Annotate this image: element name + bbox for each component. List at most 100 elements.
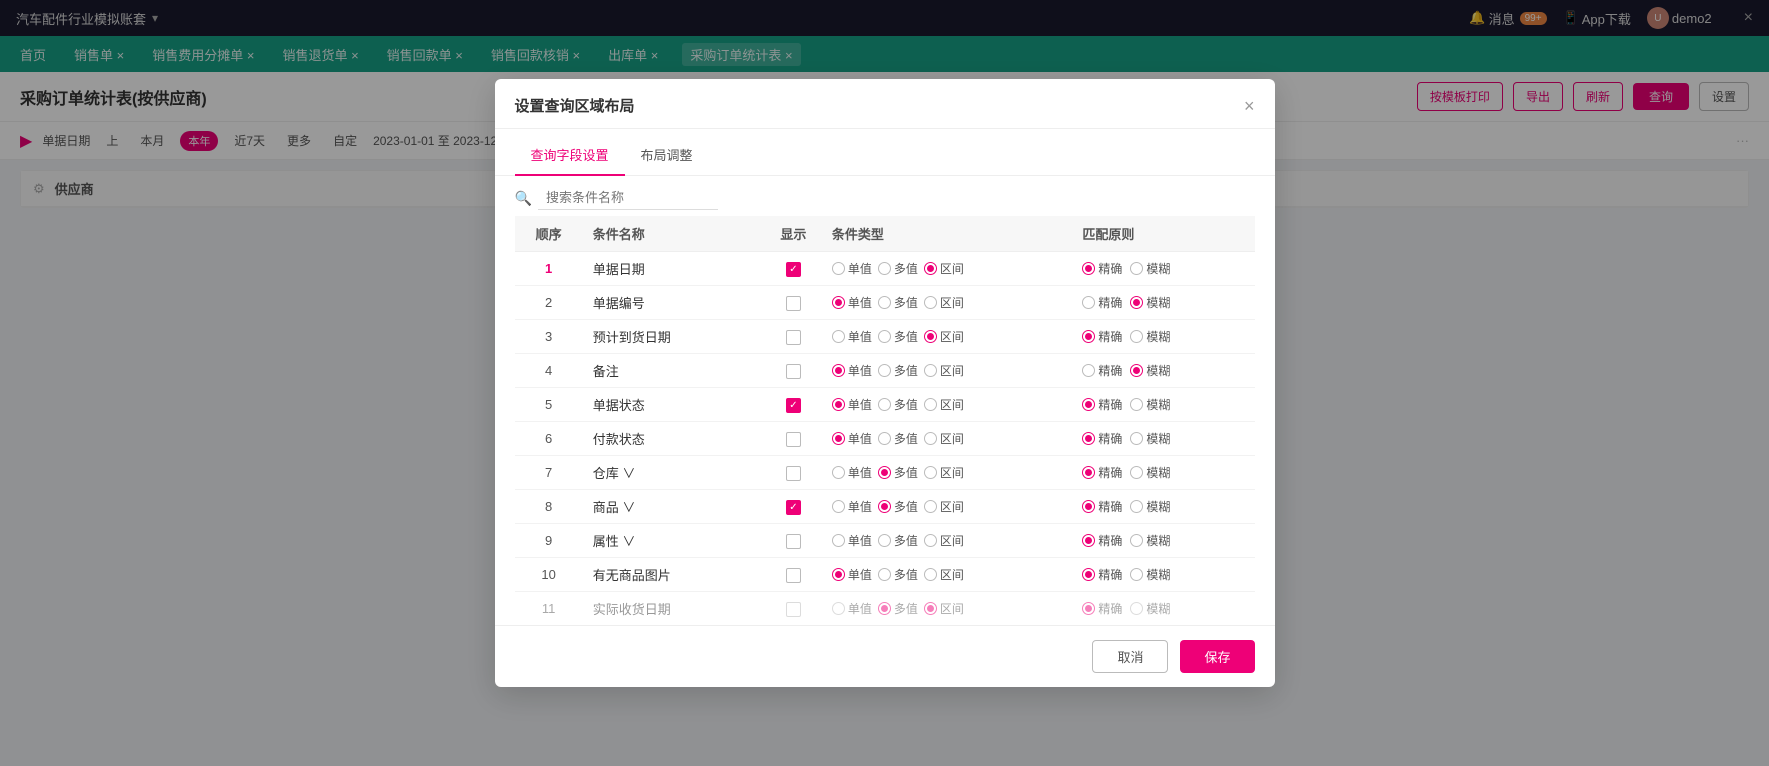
match-radio[interactable] <box>1082 364 1095 377</box>
match-radio-wrap[interactable]: 精确 <box>1082 430 1122 447</box>
type-radio[interactable] <box>878 432 891 445</box>
cancel-button[interactable]: 取消 <box>1092 640 1168 673</box>
type-radio-wrap[interactable]: 单值 <box>832 396 872 413</box>
type-radio-wrap[interactable]: 区间 <box>924 600 964 617</box>
type-radio-wrap[interactable]: 区间 <box>924 464 964 481</box>
match-radio-wrap[interactable]: 模糊 <box>1130 362 1170 379</box>
match-radio-wrap[interactable]: 精确 <box>1082 464 1122 481</box>
type-radio[interactable] <box>924 296 937 309</box>
match-radio[interactable] <box>1082 330 1095 343</box>
match-radio[interactable] <box>1130 296 1143 309</box>
display-checkbox[interactable] <box>786 364 801 379</box>
cell-display[interactable] <box>765 558 822 592</box>
match-radio[interactable] <box>1130 568 1143 581</box>
type-radio-wrap[interactable]: 单值 <box>832 294 872 311</box>
type-radio[interactable] <box>878 568 891 581</box>
type-radio[interactable] <box>832 398 845 411</box>
cell-display[interactable] <box>765 490 822 524</box>
type-radio-wrap[interactable]: 区间 <box>924 328 964 345</box>
type-radio-wrap[interactable]: 单值 <box>832 328 872 345</box>
type-radio-wrap[interactable]: 单值 <box>832 532 872 549</box>
type-radio-wrap[interactable]: 单值 <box>832 566 872 583</box>
match-radio[interactable] <box>1082 500 1095 513</box>
match-radio[interactable] <box>1130 500 1143 513</box>
type-radio[interactable] <box>832 262 845 275</box>
match-radio[interactable] <box>1130 364 1143 377</box>
match-radio-wrap[interactable]: 精确 <box>1082 566 1122 583</box>
type-radio[interactable] <box>832 330 845 343</box>
match-radio[interactable] <box>1130 262 1143 275</box>
type-radio[interactable] <box>924 568 937 581</box>
match-radio-wrap[interactable]: 模糊 <box>1130 498 1170 515</box>
type-radio[interactable] <box>924 466 937 479</box>
match-radio[interactable] <box>1082 534 1095 547</box>
match-radio[interactable] <box>1130 534 1143 547</box>
type-radio[interactable] <box>878 330 891 343</box>
cell-display[interactable] <box>765 524 822 558</box>
cell-display[interactable] <box>765 422 822 456</box>
cell-display[interactable] <box>765 592 822 626</box>
type-radio[interactable] <box>924 534 937 547</box>
match-radio[interactable] <box>1130 602 1143 615</box>
display-checkbox[interactable] <box>786 432 801 447</box>
match-radio[interactable] <box>1082 296 1095 309</box>
type-radio-wrap[interactable]: 区间 <box>924 260 964 277</box>
display-checkbox[interactable] <box>786 568 801 583</box>
match-radio[interactable] <box>1130 432 1143 445</box>
match-radio-wrap[interactable]: 模糊 <box>1130 532 1170 549</box>
type-radio[interactable] <box>924 602 937 615</box>
type-radio[interactable] <box>878 364 891 377</box>
type-radio[interactable] <box>832 432 845 445</box>
type-radio-wrap[interactable]: 多值 <box>878 532 918 549</box>
type-radio-wrap[interactable]: 区间 <box>924 566 964 583</box>
type-radio[interactable] <box>924 262 937 275</box>
match-radio-wrap[interactable]: 模糊 <box>1130 396 1170 413</box>
match-radio[interactable] <box>1130 466 1143 479</box>
tab-query-fields[interactable]: 查询字段设置 <box>515 139 625 176</box>
type-radio[interactable] <box>924 330 937 343</box>
type-radio-wrap[interactable]: 区间 <box>924 498 964 515</box>
type-radio[interactable] <box>832 296 845 309</box>
match-radio-wrap[interactable]: 精确 <box>1082 260 1122 277</box>
match-radio-wrap[interactable]: 模糊 <box>1130 430 1170 447</box>
type-radio-wrap[interactable]: 多值 <box>878 430 918 447</box>
match-radio[interactable] <box>1082 602 1095 615</box>
match-radio-wrap[interactable]: 模糊 <box>1130 600 1170 617</box>
cell-display[interactable] <box>765 388 822 422</box>
type-radio[interactable] <box>832 568 845 581</box>
match-radio-wrap[interactable]: 模糊 <box>1130 294 1170 311</box>
type-radio-wrap[interactable]: 多值 <box>878 566 918 583</box>
match-radio[interactable] <box>1082 568 1095 581</box>
match-radio[interactable] <box>1082 432 1095 445</box>
match-radio-wrap[interactable]: 精确 <box>1082 532 1122 549</box>
match-radio[interactable] <box>1082 262 1095 275</box>
type-radio[interactable] <box>924 500 937 513</box>
match-radio-wrap[interactable]: 精确 <box>1082 328 1122 345</box>
match-radio[interactable] <box>1082 466 1095 479</box>
display-checkbox[interactable] <box>786 330 801 345</box>
cell-display[interactable] <box>765 456 822 490</box>
cell-display[interactable] <box>765 252 822 286</box>
type-radio-wrap[interactable]: 区间 <box>924 396 964 413</box>
match-radio-wrap[interactable]: 模糊 <box>1130 328 1170 345</box>
match-radio-wrap[interactable]: 精确 <box>1082 600 1122 617</box>
type-radio-wrap[interactable]: 多值 <box>878 260 918 277</box>
save-button[interactable]: 保存 <box>1180 640 1254 673</box>
display-checkbox[interactable] <box>786 296 801 311</box>
display-checkbox[interactable] <box>786 602 801 617</box>
cell-display[interactable] <box>765 354 822 388</box>
type-radio-wrap[interactable]: 区间 <box>924 362 964 379</box>
match-radio-wrap[interactable]: 精确 <box>1082 498 1122 515</box>
type-radio[interactable] <box>832 500 845 513</box>
type-radio[interactable] <box>878 500 891 513</box>
type-radio[interactable] <box>924 398 937 411</box>
type-radio-wrap[interactable]: 多值 <box>878 362 918 379</box>
display-checkbox[interactable] <box>786 466 801 481</box>
match-radio-wrap[interactable]: 模糊 <box>1130 260 1170 277</box>
type-radio-wrap[interactable]: 多值 <box>878 294 918 311</box>
type-radio[interactable] <box>924 432 937 445</box>
type-radio-wrap[interactable]: 单值 <box>832 498 872 515</box>
type-radio[interactable] <box>832 602 845 615</box>
display-checkbox[interactable] <box>786 262 801 277</box>
type-radio[interactable] <box>832 466 845 479</box>
